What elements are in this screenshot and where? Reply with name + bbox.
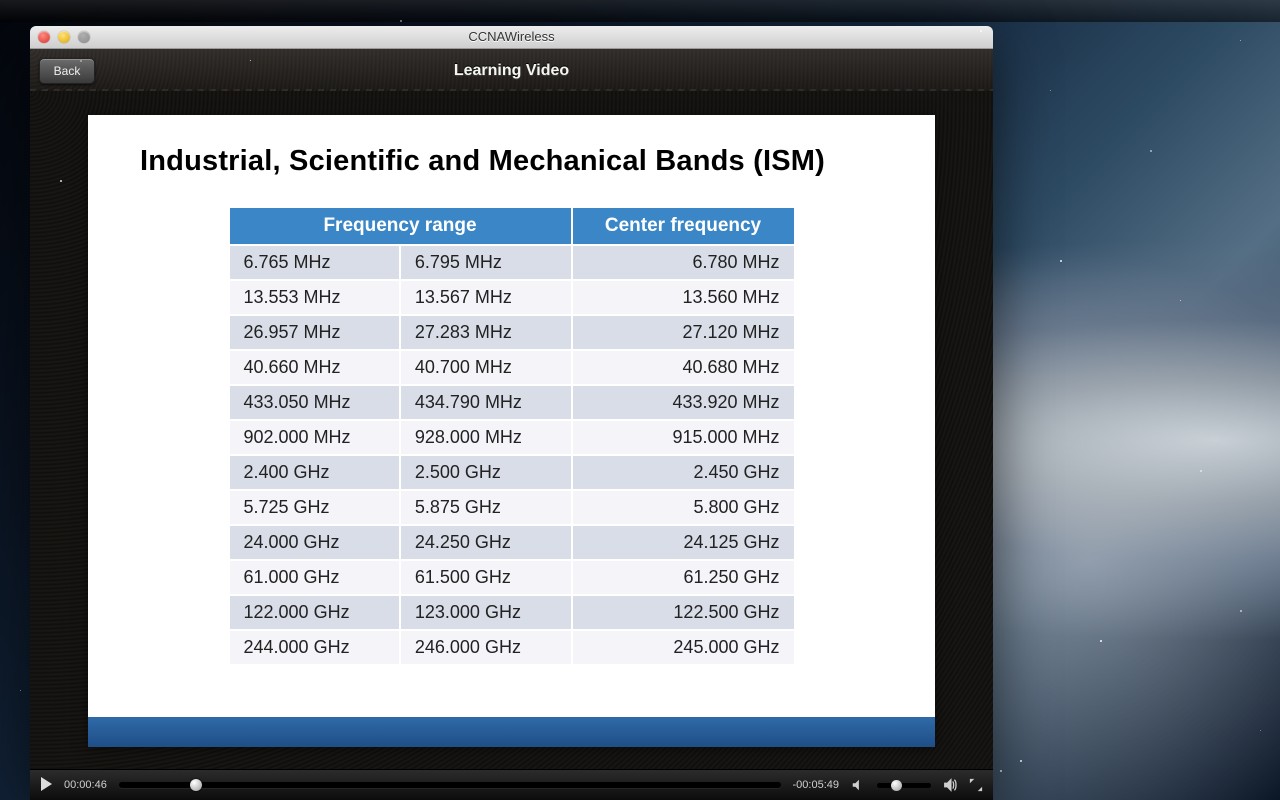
cell-high: 27.283 MHz (400, 315, 572, 350)
back-button[interactable]: Back (39, 58, 95, 84)
cell-high: 5.875 GHz (400, 490, 572, 525)
fullscreen-icon (969, 778, 983, 792)
cell-low: 433.050 MHz (230, 385, 400, 420)
slide-heading: Industrial, Scientific and Mechanical Ba… (140, 145, 935, 178)
table-row: 244.000 GHz246.000 GHz245.000 GHz (230, 630, 794, 664)
table-row: 433.050 MHz434.790 MHz433.920 MHz (230, 385, 794, 420)
table-row: 61.000 GHz61.500 GHz61.250 GHz (230, 560, 794, 595)
star-icon (1020, 760, 1022, 762)
zoom-icon[interactable] (78, 31, 90, 43)
desktop: CCNAWireless Back Learning Video Industr… (0, 0, 1280, 800)
window-title: CCNAWireless (30, 26, 993, 48)
cell-center: 61.250 GHz (572, 560, 794, 595)
speaker-high-icon (943, 778, 957, 792)
volume-handle[interactable] (891, 780, 902, 791)
close-icon[interactable] (38, 31, 50, 43)
cell-high: 24.250 GHz (400, 525, 572, 560)
cell-low: 244.000 GHz (230, 630, 400, 664)
video-slide: Industrial, Scientific and Mechanical Ba… (88, 115, 935, 747)
macos-menubar (0, 0, 1280, 22)
cell-high: 123.000 GHz (400, 595, 572, 630)
cell-center: 2.450 GHz (572, 455, 794, 490)
star-icon (980, 30, 982, 32)
ism-table: Frequency range Center frequency 6.765 M… (230, 208, 794, 664)
cell-low: 6.765 MHz (230, 245, 400, 280)
star-icon (1180, 300, 1181, 301)
progress-handle[interactable] (190, 779, 202, 791)
col-frequency-range: Frequency range (230, 208, 572, 245)
volume-low-button[interactable] (851, 778, 865, 792)
volume-slider[interactable] (877, 783, 931, 788)
app-window: CCNAWireless Back Learning Video Industr… (30, 26, 993, 800)
cell-low: 40.660 MHz (230, 350, 400, 385)
star-icon (1200, 470, 1202, 472)
cell-high: 40.700 MHz (400, 350, 572, 385)
play-icon (40, 777, 52, 791)
cell-center: 24.125 GHz (572, 525, 794, 560)
cell-low: 5.725 GHz (230, 490, 400, 525)
minimize-icon[interactable] (58, 31, 70, 43)
table-row: 40.660 MHz40.700 MHz40.680 MHz (230, 350, 794, 385)
cell-high: 928.000 MHz (400, 420, 572, 455)
cell-center: 5.800 GHz (572, 490, 794, 525)
star-icon (1150, 150, 1152, 152)
table-row: 122.000 GHz123.000 GHz122.500 GHz (230, 595, 794, 630)
slide-footer-strip (88, 717, 935, 747)
page-title: Learning Video (30, 49, 993, 92)
table-row: 13.553 MHz13.567 MHz13.560 MHz (230, 280, 794, 315)
star-icon (1050, 90, 1051, 91)
cell-low: 26.957 MHz (230, 315, 400, 350)
col-center-frequency: Center frequency (572, 208, 794, 245)
speaker-low-icon (851, 778, 865, 792)
cell-low: 2.400 GHz (230, 455, 400, 490)
remaining-time: -00:05:49 (793, 779, 839, 791)
cell-center: 122.500 GHz (572, 595, 794, 630)
cell-high: 434.790 MHz (400, 385, 572, 420)
table-row: 6.765 MHz6.795 MHz6.780 MHz (230, 245, 794, 280)
star-icon (20, 690, 21, 691)
play-button[interactable] (40, 777, 52, 794)
star-icon (60, 180, 62, 182)
table-row: 902.000 MHz928.000 MHz915.000 MHz (230, 420, 794, 455)
cell-low: 122.000 GHz (230, 595, 400, 630)
table-row: 24.000 GHz24.250 GHz24.125 GHz (230, 525, 794, 560)
player-controls: 00:00:46 -00:05:49 (30, 769, 993, 800)
cell-low: 13.553 MHz (230, 280, 400, 315)
elapsed-time: 00:00:46 (64, 779, 107, 791)
table-row: 26.957 MHz27.283 MHz27.120 MHz (230, 315, 794, 350)
star-icon (1240, 610, 1242, 612)
cell-high: 6.795 MHz (400, 245, 572, 280)
star-icon (1000, 770, 1002, 772)
cell-center: 915.000 MHz (572, 420, 794, 455)
star-icon (1100, 640, 1102, 642)
volume-high-button[interactable] (943, 778, 957, 792)
cell-center: 433.920 MHz (572, 385, 794, 420)
table-row: 5.725 GHz5.875 GHz5.800 GHz (230, 490, 794, 525)
cell-center: 6.780 MHz (572, 245, 794, 280)
cell-low: 902.000 MHz (230, 420, 400, 455)
cell-center: 245.000 GHz (572, 630, 794, 664)
table-row: 2.400 GHz2.500 GHz2.450 GHz (230, 455, 794, 490)
cell-high: 2.500 GHz (400, 455, 572, 490)
cell-center: 27.120 MHz (572, 315, 794, 350)
cell-center: 13.560 MHz (572, 280, 794, 315)
app-toolbar: Back Learning Video (30, 49, 993, 93)
star-icon (1260, 730, 1261, 731)
star-icon (80, 60, 82, 62)
star-icon (1240, 40, 1241, 41)
cell-high: 61.500 GHz (400, 560, 572, 595)
star-icon (1060, 260, 1062, 262)
cell-low: 61.000 GHz (230, 560, 400, 595)
cell-high: 246.000 GHz (400, 630, 572, 664)
window-titlebar[interactable]: CCNAWireless (30, 26, 993, 49)
fullscreen-button[interactable] (969, 778, 983, 792)
cell-low: 24.000 GHz (230, 525, 400, 560)
progress-slider[interactable] (119, 782, 781, 788)
video-viewport: Industrial, Scientific and Mechanical Ba… (30, 91, 993, 770)
cell-high: 13.567 MHz (400, 280, 572, 315)
cell-center: 40.680 MHz (572, 350, 794, 385)
